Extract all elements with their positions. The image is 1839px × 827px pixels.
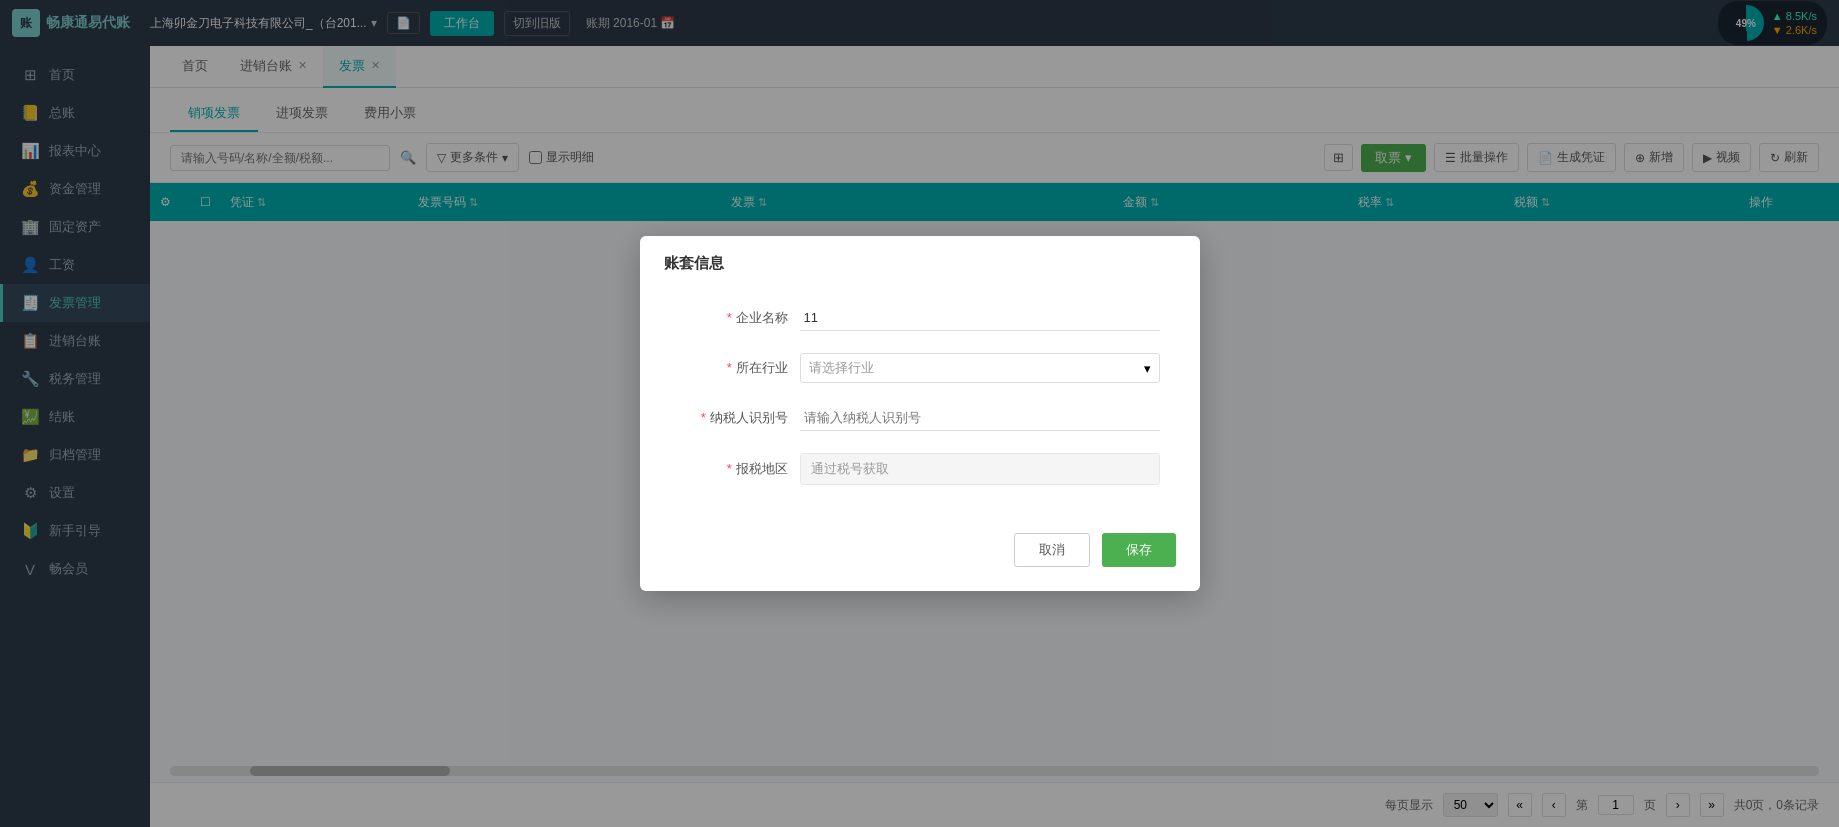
industry-select[interactable]: 请选择行业 ▾	[800, 353, 1160, 383]
form-row-taxid: * 纳税人识别号	[680, 405, 1160, 431]
modal-overlay: 账套信息 * 企业名称 * 所在行业 请选择行业 ▾	[0, 0, 1839, 827]
form-row-company: * 企业名称	[680, 305, 1160, 331]
account-info-modal: 账套信息 * 企业名称 * 所在行业 请选择行业 ▾	[640, 236, 1200, 591]
form-row-taxregion: * 报税地区 通过税号获取	[680, 453, 1160, 485]
company-name-label: * 企业名称	[680, 309, 800, 327]
industry-label: * 所在行业	[680, 359, 800, 377]
tax-id-label: * 纳税人识别号	[680, 409, 800, 427]
tax-region-display: 通过税号获取	[800, 453, 1160, 485]
tax-id-input[interactable]	[800, 405, 1160, 431]
form-row-industry: * 所在行业 请选择行业 ▾	[680, 353, 1160, 383]
tax-region-label: * 报税地区	[680, 460, 800, 478]
modal-header: 账套信息	[640, 236, 1200, 285]
company-name-input[interactable]	[800, 305, 1160, 331]
cancel-btn[interactable]: 取消	[1014, 533, 1090, 567]
modal-footer: 取消 保存	[640, 517, 1200, 591]
industry-chevron-icon: ▾	[1144, 361, 1151, 376]
modal-body: * 企业名称 * 所在行业 请选择行业 ▾ *	[640, 285, 1200, 517]
save-btn[interactable]: 保存	[1102, 533, 1176, 567]
